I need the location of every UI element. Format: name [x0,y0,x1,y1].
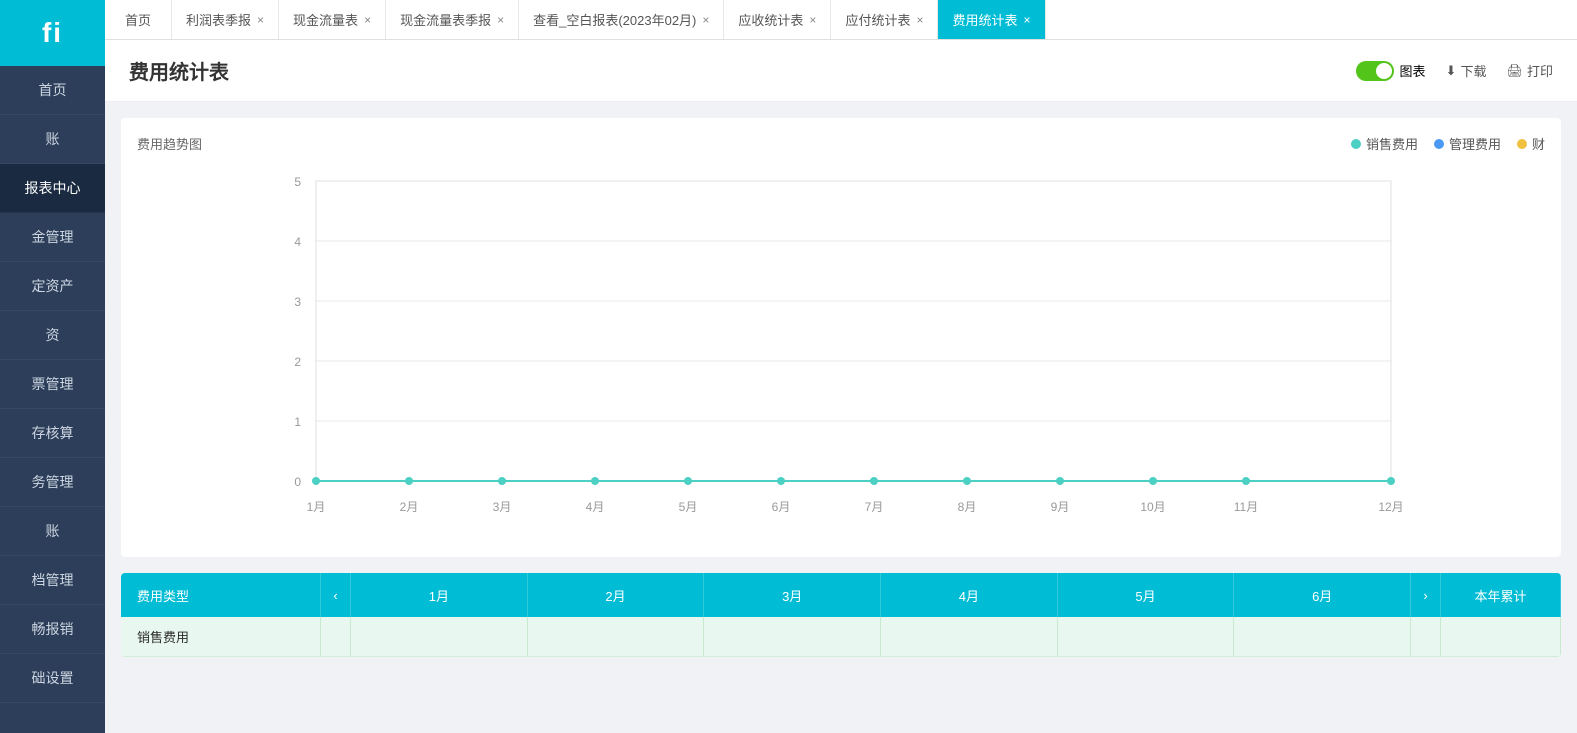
content-area: 费用统计表 图表 ⬇ 下载 🖨 打印 费用趋势图 [105,40,1577,733]
legend-sales-dot [1351,139,1361,149]
sidebar-item-ledger[interactable]: 账 [0,507,105,556]
sidebar-item-report-center[interactable]: 报表中心 [0,164,105,213]
svg-text:2月: 2月 [400,500,419,514]
svg-text:7月: 7月 [865,500,884,514]
chart-toggle-wrap: 图表 [1356,61,1426,81]
close-cashflow[interactable]: × [364,13,371,27]
sidebar: fi 首页 账 报表中心 金管理 定资产 资 票管理 存核算 务管理 账 档管理… [0,0,105,733]
sidebar-item-account[interactable]: 账 [0,115,105,164]
tab-payable[interactable]: 应付统计表 × [831,0,938,39]
svg-text:3月: 3月 [493,500,512,514]
table-section: 费用类型 ‹ 1月 2月 3月 4月 5月 [121,573,1561,657]
chart-toggle-label: 图表 [1400,61,1426,80]
col-header-month6: 6月 [1234,573,1411,617]
sidebar-item-base-settings[interactable]: 础设置 [0,654,105,703]
close-cashflow-quarterly[interactable]: × [497,13,504,27]
row-sales-month3 [704,617,881,656]
chart-container: 5 4 3 2 1 0 [137,161,1545,541]
svg-text:10月: 10月 [1140,500,1165,514]
chart-title: 费用趋势图 [137,134,202,153]
svg-text:8月: 8月 [958,500,977,514]
col-header-month4: 4月 [881,573,1058,617]
sidebar-logo: fi [0,0,105,66]
col-nav-prev[interactable]: ‹ [321,573,351,617]
svg-text:6月: 6月 [772,500,791,514]
chart-svg: 5 4 3 2 1 0 [137,161,1545,541]
svg-text:2: 2 [294,355,301,369]
svg-text:0: 0 [294,475,301,489]
tab-bar: 首页 利润表季报 × 现金流量表 × 现金流量表季报 × 查看_空白报表(202… [105,0,1577,40]
download-icon: ⬇ [1446,63,1457,79]
table-header-row: 费用类型 ‹ 1月 2月 3月 4月 5月 [121,573,1561,617]
svg-text:1: 1 [294,415,301,429]
tab-home[interactable]: 首页 [105,0,172,39]
legend-sales: 销售费用 [1351,134,1418,153]
tab-blank-report[interactable]: 查看_空白报表(2023年02月) × [519,0,724,39]
sidebar-item-fixed-assets[interactable]: 定资产 [0,262,105,311]
svg-text:5: 5 [294,175,301,189]
close-receivable[interactable]: × [809,13,816,27]
tab-receivable[interactable]: 应收统计表 × [724,0,831,39]
chart-section: 费用趋势图 销售费用 管理费用 财 [121,118,1561,557]
tab-cashflow-quarterly[interactable]: 现金流量表季报 × [386,0,519,39]
svg-text:4月: 4月 [586,500,605,514]
col-header-month2: 2月 [528,573,705,617]
col-nav-next[interactable]: › [1411,573,1441,617]
legend-admin-dot [1434,139,1444,149]
svg-text:5月: 5月 [679,500,698,514]
table-row-sales: 销售费用 [121,617,1561,657]
tab-cashflow[interactable]: 现金流量表 × [279,0,386,39]
col-header-month1: 1月 [351,573,528,617]
sidebar-item-inventory[interactable]: 存核算 [0,409,105,458]
chart-legend: 销售费用 管理费用 财 [1351,134,1545,153]
legend-admin: 管理费用 [1434,134,1501,153]
svg-text:1月: 1月 [307,500,326,514]
download-button[interactable]: ⬇ 下载 [1446,61,1487,80]
page-title: 费用统计表 [129,56,229,85]
main-area: 首页 利润表季报 × 现金流量表 × 现金流量表季报 × 查看_空白报表(202… [105,0,1577,733]
row-sales-month4 [881,617,1058,656]
sidebar-item-investment[interactable]: 资 [0,311,105,360]
row-sales-month1 [351,617,528,656]
legend-admin-label: 管理费用 [1449,134,1501,153]
row-sales-type: 销售费用 [121,617,321,656]
row-sales-month5 [1058,617,1235,656]
close-profit-quarterly[interactable]: × [257,13,264,27]
header-actions: 图表 ⬇ 下载 🖨 打印 [1356,61,1553,81]
tab-expense-stats[interactable]: 费用统计表 × [938,0,1045,39]
col-header-month3: 3月 [704,573,881,617]
legend-finance: 财 [1517,134,1545,153]
row-sales-nav-prev [321,617,351,656]
sidebar-item-invoice-mgmt[interactable]: 票管理 [0,360,105,409]
col-header-month5: 5月 [1058,573,1235,617]
legend-finance-label: 财 [1532,134,1545,153]
sidebar-item-home[interactable]: 首页 [0,66,105,115]
page-header: 费用统计表 图表 ⬇ 下载 🖨 打印 [105,40,1577,102]
svg-text:11月: 11月 [1234,500,1258,514]
legend-finance-dot [1517,139,1527,149]
legend-sales-label: 销售费用 [1366,134,1418,153]
close-payable[interactable]: × [916,13,923,27]
svg-text:9月: 9月 [1051,500,1070,514]
print-button[interactable]: 🖨 打印 [1506,61,1553,80]
sidebar-item-return[interactable]: 畅报销 [0,605,105,654]
chart-toggle[interactable] [1356,61,1394,81]
sidebar-item-service-mgmt[interactable]: 务管理 [0,458,105,507]
svg-text:4: 4 [294,235,301,249]
svg-text:12月: 12月 [1378,500,1403,514]
close-blank-report[interactable]: × [702,13,709,27]
close-expense-stats[interactable]: × [1023,13,1030,27]
row-sales-month2 [528,617,705,656]
col-header-type: 费用类型 [121,573,321,617]
tab-profit-quarterly[interactable]: 利润表季报 × [172,0,279,39]
row-sales-month6 [1234,617,1411,656]
row-sales-total [1441,617,1561,656]
col-header-total: 本年累计 [1441,573,1561,617]
chart-header: 费用趋势图 销售费用 管理费用 财 [137,134,1545,153]
sidebar-item-file-mgmt[interactable]: 档管理 [0,556,105,605]
svg-text:3: 3 [294,295,301,309]
sidebar-item-fund-mgmt[interactable]: 金管理 [0,213,105,262]
print-icon: 🖨 [1506,63,1523,79]
row-sales-nav-next [1411,617,1441,656]
